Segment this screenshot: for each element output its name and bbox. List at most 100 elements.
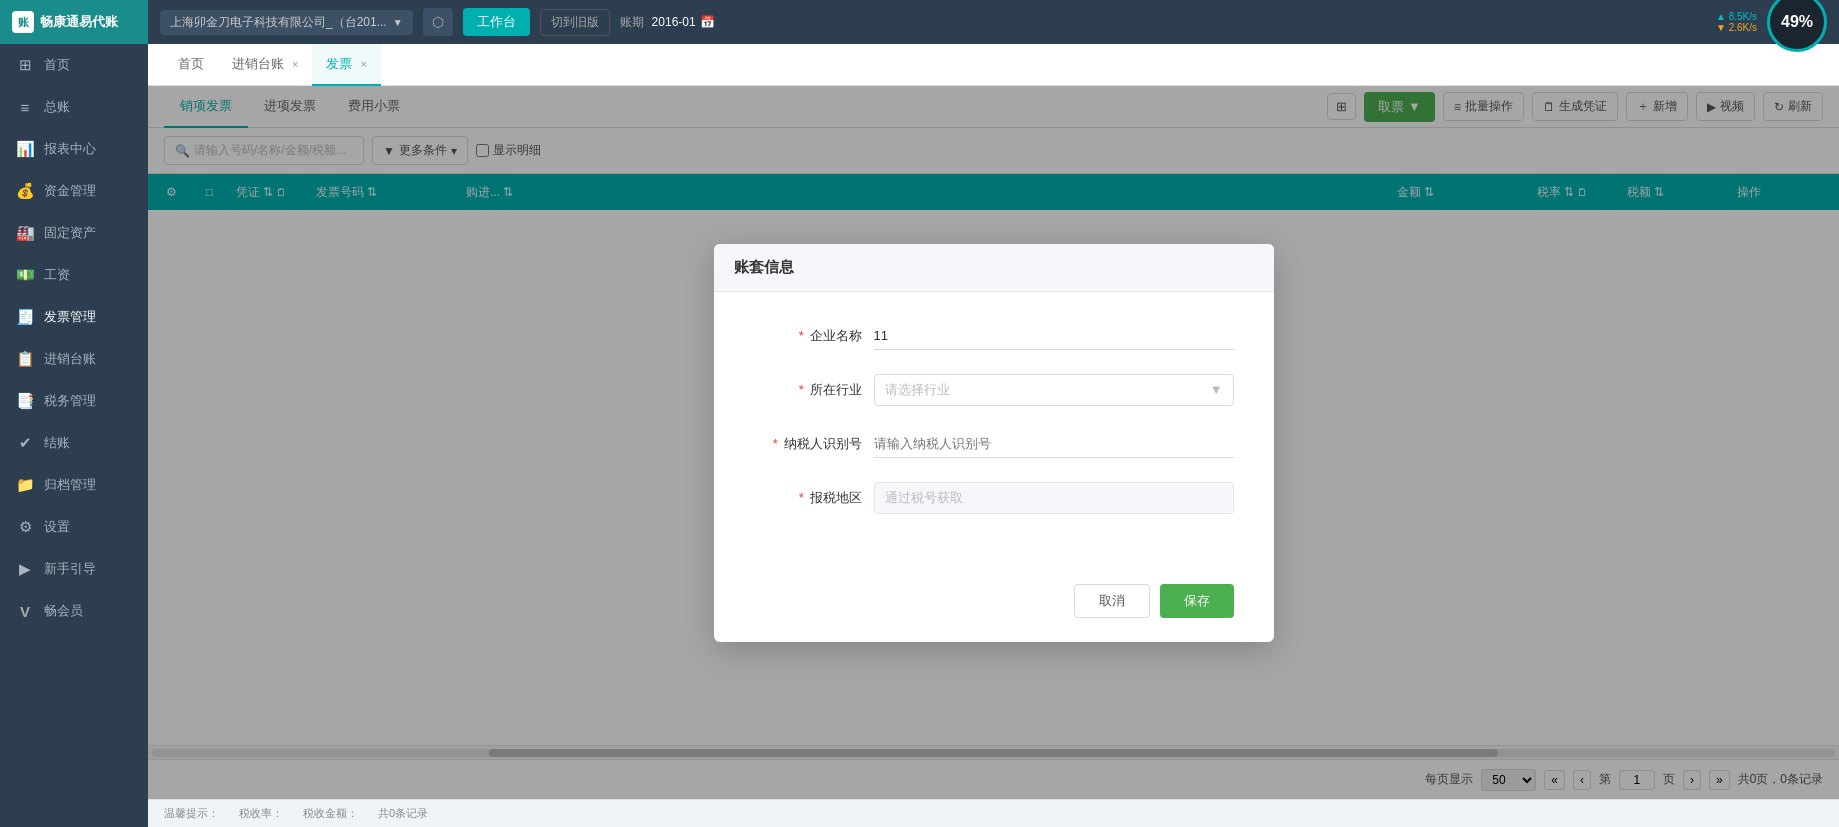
- workbench-label: 工作台: [477, 14, 516, 29]
- sidebar-item-label: 新手引导: [44, 560, 96, 578]
- speed-percent: 49%: [1781, 13, 1813, 31]
- topbar: 上海卯金刀电子科技有限公司_（台201... ▼ ⬡ 工作台 切到旧版 账期 2…: [148, 0, 1839, 44]
- sidebar-item-label: 首页: [44, 56, 70, 74]
- reports-icon: 📊: [16, 140, 34, 158]
- industry-placeholder: 请选择行业: [885, 381, 950, 399]
- company-name-input[interactable]: [874, 322, 1234, 350]
- sidebar-item-label: 资金管理: [44, 182, 96, 200]
- tax-id-input[interactable]: [874, 430, 1234, 458]
- sidebar: 账 畅康通易代账 ⊞ 首页 ≡ 总账 📊 报表中心 💰 资金管理 🏭 固定资产 …: [0, 0, 148, 827]
- tax-region-readonly: 通过税号获取: [874, 482, 1234, 514]
- bottom-text: 温馨提示：: [164, 806, 219, 821]
- form-label-company-name: * 企业名称: [754, 327, 874, 345]
- logo-text: 畅康通易代账: [40, 13, 118, 31]
- tab-purchases-label: 进销台账: [232, 55, 284, 73]
- bottom-tax-rate: 税收率：: [239, 806, 283, 821]
- form-row-tax-id: * 纳税人识别号: [754, 430, 1234, 458]
- tax-icon: 📑: [16, 392, 34, 410]
- sidebar-item-label: 报表中心: [44, 140, 96, 158]
- main-content: 上海卯金刀电子科技有限公司_（台201... ▼ ⬡ 工作台 切到旧版 账期 2…: [148, 0, 1839, 827]
- purchases-icon: 📋: [16, 350, 34, 368]
- logo-icon: 账: [12, 11, 34, 33]
- member-icon: V: [16, 602, 34, 620]
- speed-up: ▲ 8.5K/s: [1716, 11, 1757, 22]
- sidebar-item-invoice[interactable]: 🧾 发票管理: [0, 296, 148, 338]
- modal-overlay: 账套信息 * 企业名称: [148, 86, 1839, 799]
- cancel-button[interactable]: 取消: [1074, 584, 1150, 618]
- tab-home-label: 首页: [178, 55, 204, 73]
- sidebar-item-funds[interactable]: 💰 资金管理: [0, 170, 148, 212]
- tab-purchases-close[interactable]: ×: [292, 58, 298, 70]
- modal-body: * 企业名称 * 所在行业 请选择行业: [714, 292, 1274, 568]
- sidebar-item-member[interactable]: V 畅会员: [0, 590, 148, 632]
- salary-icon: 💵: [16, 266, 34, 284]
- industry-select[interactable]: 请选择行业 ▼: [874, 374, 1234, 406]
- app-logo: 账 畅康通易代账: [0, 0, 148, 44]
- tab-invoice[interactable]: 发票 ×: [312, 44, 380, 86]
- funds-icon: 💰: [16, 182, 34, 200]
- required-star: *: [799, 382, 804, 397]
- settings-icon: ⚙: [16, 518, 34, 536]
- sidebar-item-settings[interactable]: ⚙ 设置: [0, 506, 148, 548]
- required-star: *: [773, 436, 778, 451]
- sidebar-item-guide[interactable]: ▶ 新手引导: [0, 548, 148, 590]
- tab-bar: 首页 进销台账 × 发票 ×: [148, 44, 1839, 86]
- form-row-industry: * 所在行业 请选择行业 ▼: [754, 374, 1234, 406]
- sidebar-item-reports[interactable]: 📊 报表中心: [0, 128, 148, 170]
- sidebar-item-label: 总账: [44, 98, 70, 116]
- company-selector[interactable]: 上海卯金刀电子科技有限公司_（台201... ▼: [160, 10, 413, 35]
- workbench-button[interactable]: 工作台: [463, 8, 530, 36]
- tab-invoice-label: 发票: [326, 55, 352, 73]
- speed-down: ▼ 2.6K/s: [1716, 22, 1757, 33]
- bottom-tax-amount: 税收金额：: [303, 806, 358, 821]
- save-button[interactable]: 保存: [1160, 584, 1234, 618]
- sidebar-item-ledger[interactable]: ≡ 总账: [0, 86, 148, 128]
- copy-button[interactable]: ⬡: [423, 8, 453, 36]
- dropdown-icon: ▼: [393, 17, 403, 28]
- sidebar-item-salary[interactable]: 💵 工资: [0, 254, 148, 296]
- sidebar-item-tax[interactable]: 📑 税务管理: [0, 380, 148, 422]
- old-version-label: 切到旧版: [551, 15, 599, 29]
- bottom-total: 共0条记录: [378, 806, 428, 821]
- save-label: 保存: [1184, 593, 1210, 608]
- sidebar-item-home[interactable]: ⊞ 首页: [0, 44, 148, 86]
- required-star: *: [799, 490, 804, 505]
- ledger-icon: ≡: [16, 98, 34, 116]
- period-value: 2016-01: [652, 15, 696, 29]
- checkout-icon: ✔: [16, 434, 34, 452]
- account-info-modal: 账套信息 * 企业名称: [714, 244, 1274, 642]
- archive-icon: 📁: [16, 476, 34, 494]
- invoice-icon: 🧾: [16, 308, 34, 326]
- old-version-button[interactable]: 切到旧版: [540, 9, 610, 36]
- sidebar-item-label: 固定资产: [44, 224, 96, 242]
- form-row-company-name: * 企业名称: [754, 322, 1234, 350]
- assets-icon: 🏭: [16, 224, 34, 242]
- tab-purchases[interactable]: 进销台账 ×: [218, 44, 312, 86]
- home-icon: ⊞: [16, 56, 34, 74]
- sidebar-item-label: 工资: [44, 266, 70, 284]
- sidebar-item-label: 结账: [44, 434, 70, 452]
- copy-icon: ⬡: [432, 14, 444, 30]
- sidebar-item-label: 归档管理: [44, 476, 96, 494]
- bottom-bar: 温馨提示： 税收率： 税收金额： 共0条记录: [148, 799, 1839, 827]
- sidebar-item-label: 进销台账: [44, 350, 96, 368]
- modal-footer: 取消 保存: [714, 568, 1274, 642]
- tab-home[interactable]: 首页: [164, 44, 218, 86]
- guide-icon: ▶: [16, 560, 34, 578]
- sidebar-item-purchases[interactable]: 📋 进销台账: [0, 338, 148, 380]
- company-name: 上海卯金刀电子科技有限公司_（台201...: [170, 14, 387, 31]
- sidebar-item-assets[interactable]: 🏭 固定资产: [0, 212, 148, 254]
- form-label-tax-id: * 纳税人识别号: [754, 435, 874, 453]
- select-chevron-icon: ▼: [1210, 382, 1223, 397]
- sidebar-item-archive[interactable]: 📁 归档管理: [0, 464, 148, 506]
- sub-content: 销项发票 进项发票 费用小票 ⊞ 取票 ▼ ≡: [148, 86, 1839, 799]
- sidebar-item-label: 设置: [44, 518, 70, 536]
- tax-region-placeholder: 通过税号获取: [885, 490, 963, 505]
- period-label: 账期: [620, 14, 644, 31]
- sidebar-item-label: 税务管理: [44, 392, 96, 410]
- form-label-industry: * 所在行业: [754, 381, 874, 399]
- sidebar-item-checkout[interactable]: ✔ 结账: [0, 422, 148, 464]
- tab-invoice-close[interactable]: ×: [360, 58, 366, 70]
- calendar-icon[interactable]: 📅: [700, 15, 715, 29]
- modal-header: 账套信息: [714, 244, 1274, 292]
